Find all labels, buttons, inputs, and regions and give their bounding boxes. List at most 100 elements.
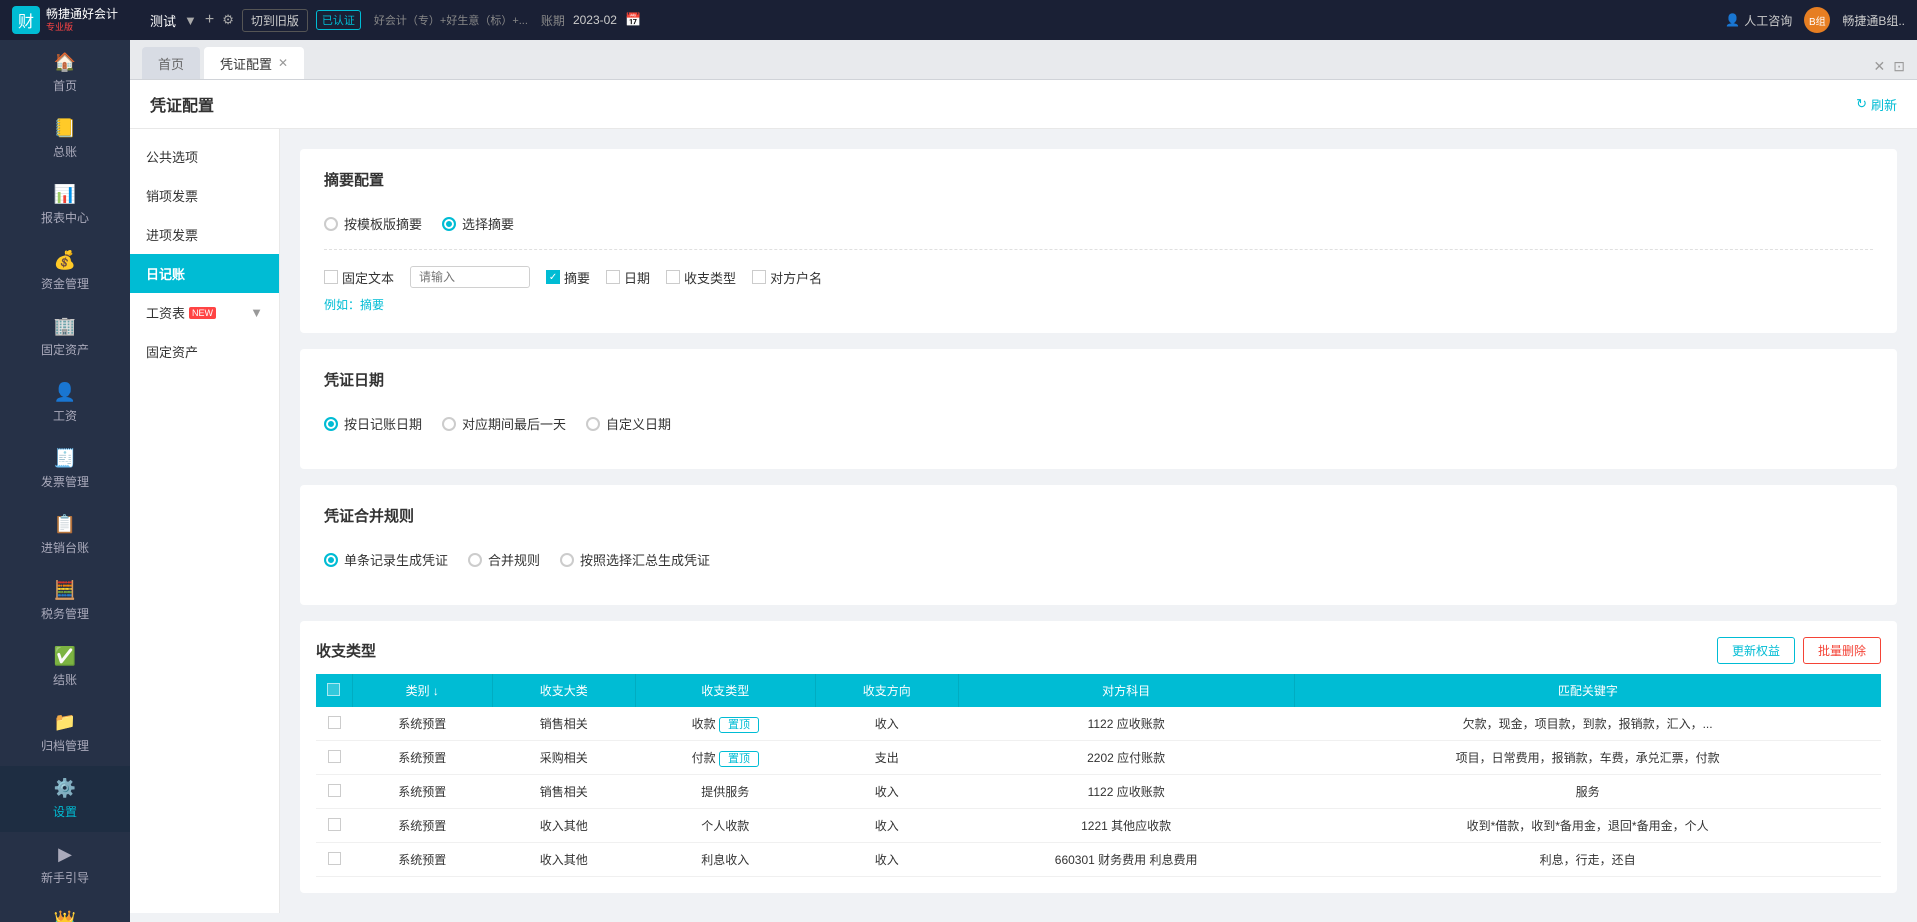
row-keywords: 收到*借款，收到*备用金，退回*备用金，个人 bbox=[1294, 809, 1881, 843]
row-checkbox-cell[interactable] bbox=[316, 775, 352, 809]
sidebar-item-salary[interactable]: 👤 工资 bbox=[0, 370, 130, 436]
left-menu-item-sales-invoice[interactable]: 销项发票 bbox=[130, 176, 279, 215]
example-link[interactable]: 摘要 bbox=[360, 298, 384, 312]
checkbox-date[interactable]: 日期 bbox=[606, 268, 650, 287]
sidebar-item-settings[interactable]: ⚙️ 设置 bbox=[0, 766, 130, 832]
tab-voucher-config-label: 凭证配置 bbox=[220, 54, 272, 73]
sidebar-item-invoice[interactable]: 🧾 发票管理 bbox=[0, 436, 130, 502]
sidebar-item-label: 结账 bbox=[53, 671, 77, 688]
checkbox-fixed-text[interactable]: 固定文本 bbox=[324, 268, 394, 287]
settle-icon: ✅ bbox=[54, 646, 76, 667]
row-checkbox-cell[interactable] bbox=[316, 843, 352, 877]
row-checkbox-cell[interactable] bbox=[316, 809, 352, 843]
row-subject: 1122 应收账款 bbox=[958, 707, 1294, 741]
top-bar-right: 👤 人工咨询 B组 畅捷通B组.. bbox=[1725, 7, 1905, 33]
sidebar-item-purchase[interactable]: 📋 进销台账 bbox=[0, 502, 130, 568]
radio-summary-voucher[interactable]: 按照选择汇总生成凭证 bbox=[560, 550, 710, 569]
checkbox-summary[interactable]: ✓ 摘要 bbox=[546, 268, 590, 287]
calendar-icon[interactable]: 📅 bbox=[625, 12, 641, 28]
dropdown-arrow-icon[interactable]: ▼ bbox=[184, 13, 197, 28]
row-checkbox[interactable] bbox=[328, 750, 341, 763]
row-category: 系统预置 bbox=[352, 809, 493, 843]
maximize-window-btn[interactable]: ⊡ bbox=[1893, 58, 1905, 75]
radio-circle bbox=[560, 553, 574, 567]
sidebar-item-ledger[interactable]: 📒 总账 bbox=[0, 106, 130, 172]
left-menu-item-payroll[interactable]: 工资表 NEW ▼ bbox=[130, 293, 279, 332]
radio-circle bbox=[586, 417, 600, 431]
voucher-date-title: 凭证日期 bbox=[324, 369, 1873, 398]
row-checkbox[interactable] bbox=[328, 852, 341, 865]
radio-circle bbox=[324, 217, 338, 231]
close-window-btn[interactable]: ✕ bbox=[1874, 58, 1886, 75]
row-checkbox[interactable] bbox=[328, 716, 341, 729]
logo-icon: 财 bbox=[12, 6, 40, 34]
row-checkbox-cell[interactable] bbox=[316, 707, 352, 741]
row-keywords: 欠款，现金，项目款，到款，报销款，汇入，... bbox=[1294, 707, 1881, 741]
table-col-checkbox[interactable] bbox=[316, 674, 352, 707]
refresh-btn[interactable]: ↻ 刷新 bbox=[1856, 95, 1897, 114]
pin-top-tag[interactable]: 置顶 bbox=[719, 717, 759, 733]
sidebar-item-reports[interactable]: 📊 报表中心 bbox=[0, 172, 130, 238]
left-menu-item-journal[interactable]: 日记账 bbox=[130, 254, 279, 293]
pin-top-tag[interactable]: 置顶 bbox=[719, 751, 759, 767]
radio-journal-date[interactable]: 按日记账日期 bbox=[324, 414, 422, 433]
radio-select-summary[interactable]: 选择摘要 bbox=[442, 214, 514, 233]
settings-icon[interactable]: ⚙ bbox=[222, 12, 234, 28]
merge-rules-title: 凭证合并规则 bbox=[324, 505, 1873, 534]
row-checkbox-cell[interactable] bbox=[316, 741, 352, 775]
row-subject: 660301 财务费用 利息费用 bbox=[958, 843, 1294, 877]
row-category: 系统预置 bbox=[352, 741, 493, 775]
radio-merge-rules[interactable]: 合并规则 bbox=[468, 550, 540, 569]
fixed-text-input[interactable] bbox=[410, 266, 530, 288]
radio-period-last-day[interactable]: 对应期间最后一天 bbox=[442, 414, 566, 433]
tab-home[interactable]: 首页 bbox=[142, 47, 200, 79]
table-col-direction: 收支方向 bbox=[816, 674, 959, 707]
checkbox-income-type[interactable]: 收支类型 bbox=[666, 268, 736, 287]
checkbox-box bbox=[324, 270, 338, 284]
left-menu-item-fixed-assets[interactable]: 固定资产 bbox=[130, 332, 279, 371]
reports-icon: 📊 bbox=[54, 184, 76, 205]
row-checkbox[interactable] bbox=[328, 784, 341, 797]
page-content: 凭证配置 ↻ 刷新 公共选项 销项发票 进项发票 bbox=[130, 80, 1917, 922]
update-btn[interactable]: 更新权益 bbox=[1717, 637, 1795, 664]
headset-icon: 👤 bbox=[1725, 13, 1740, 27]
radio-circle-checked bbox=[324, 553, 338, 567]
top-bar: 财 畅捷通好会计 专业版 测试 ▼ + ⚙ 切到旧版 已认证 好会计（专）+好生… bbox=[0, 0, 1917, 40]
sidebar-item-archive[interactable]: 📁 归档管理 bbox=[0, 700, 130, 766]
sidebar-item-guide[interactable]: ▶ 新手引导 bbox=[0, 832, 130, 898]
row-checkbox[interactable] bbox=[328, 818, 341, 831]
radio-label: 选择摘要 bbox=[462, 214, 514, 233]
add-icon[interactable]: + bbox=[205, 11, 214, 29]
batch-delete-btn[interactable]: 批量删除 bbox=[1803, 637, 1881, 664]
header-checkbox[interactable] bbox=[327, 683, 340, 696]
radio-label: 按照选择汇总生成凭证 bbox=[580, 550, 710, 569]
sidebar-item-home[interactable]: 🏠 首页 bbox=[0, 40, 130, 106]
checkbox-label: 固定文本 bbox=[342, 268, 394, 287]
checkbox-counterpart-name[interactable]: 对方户名 bbox=[752, 268, 822, 287]
tab-voucher-config[interactable]: 凭证配置 ✕ bbox=[204, 47, 304, 79]
table-row: 系统预置 销售相关 提供服务 收入 1122 应收账款 服务 bbox=[316, 775, 1881, 809]
avatar[interactable]: B组 bbox=[1804, 7, 1830, 33]
close-tab-icon[interactable]: ✕ bbox=[278, 56, 288, 70]
user-service[interactable]: 👤 人工咨询 bbox=[1725, 12, 1792, 29]
sidebar-item-settle[interactable]: ✅ 结账 bbox=[0, 634, 130, 700]
sidebar-item-funds[interactable]: 💰 资金管理 bbox=[0, 238, 130, 304]
left-menu-item-label: 日记账 bbox=[146, 264, 185, 283]
radio-template-summary[interactable]: 按模板版摘要 bbox=[324, 214, 422, 233]
member-icon: 👑 bbox=[54, 910, 76, 922]
switch-old-btn[interactable]: 切到旧版 bbox=[242, 9, 308, 32]
table-btn-group: 更新权益 批量删除 bbox=[1717, 637, 1881, 664]
radio-custom-date[interactable]: 自定义日期 bbox=[586, 414, 671, 433]
radio-single-record[interactable]: 单条记录生成凭证 bbox=[324, 550, 448, 569]
sidebar-item-member[interactable]: 👑 畅会员 bbox=[0, 898, 130, 922]
checkbox-label: 日期 bbox=[624, 268, 650, 287]
haokuai-tag: 好会计（专）+好生意（标）+... bbox=[369, 11, 533, 29]
left-menu-item-public[interactable]: 公共选项 bbox=[130, 137, 279, 176]
table-body: 系统预置 销售相关 收款 置顶 收入 1122 应收账款 欠款，现金，项目款，到… bbox=[316, 707, 1881, 877]
sidebar-item-tax[interactable]: 🧮 税务管理 bbox=[0, 568, 130, 634]
logo: 财 畅捷通好会计 专业版 bbox=[12, 6, 142, 34]
left-menu-item-purchase-invoice[interactable]: 进项发票 bbox=[130, 215, 279, 254]
sidebar-item-assets[interactable]: 🏢 固定资产 bbox=[0, 304, 130, 370]
sidebar-item-label: 资金管理 bbox=[41, 275, 89, 292]
new-badge: NEW bbox=[189, 307, 216, 319]
